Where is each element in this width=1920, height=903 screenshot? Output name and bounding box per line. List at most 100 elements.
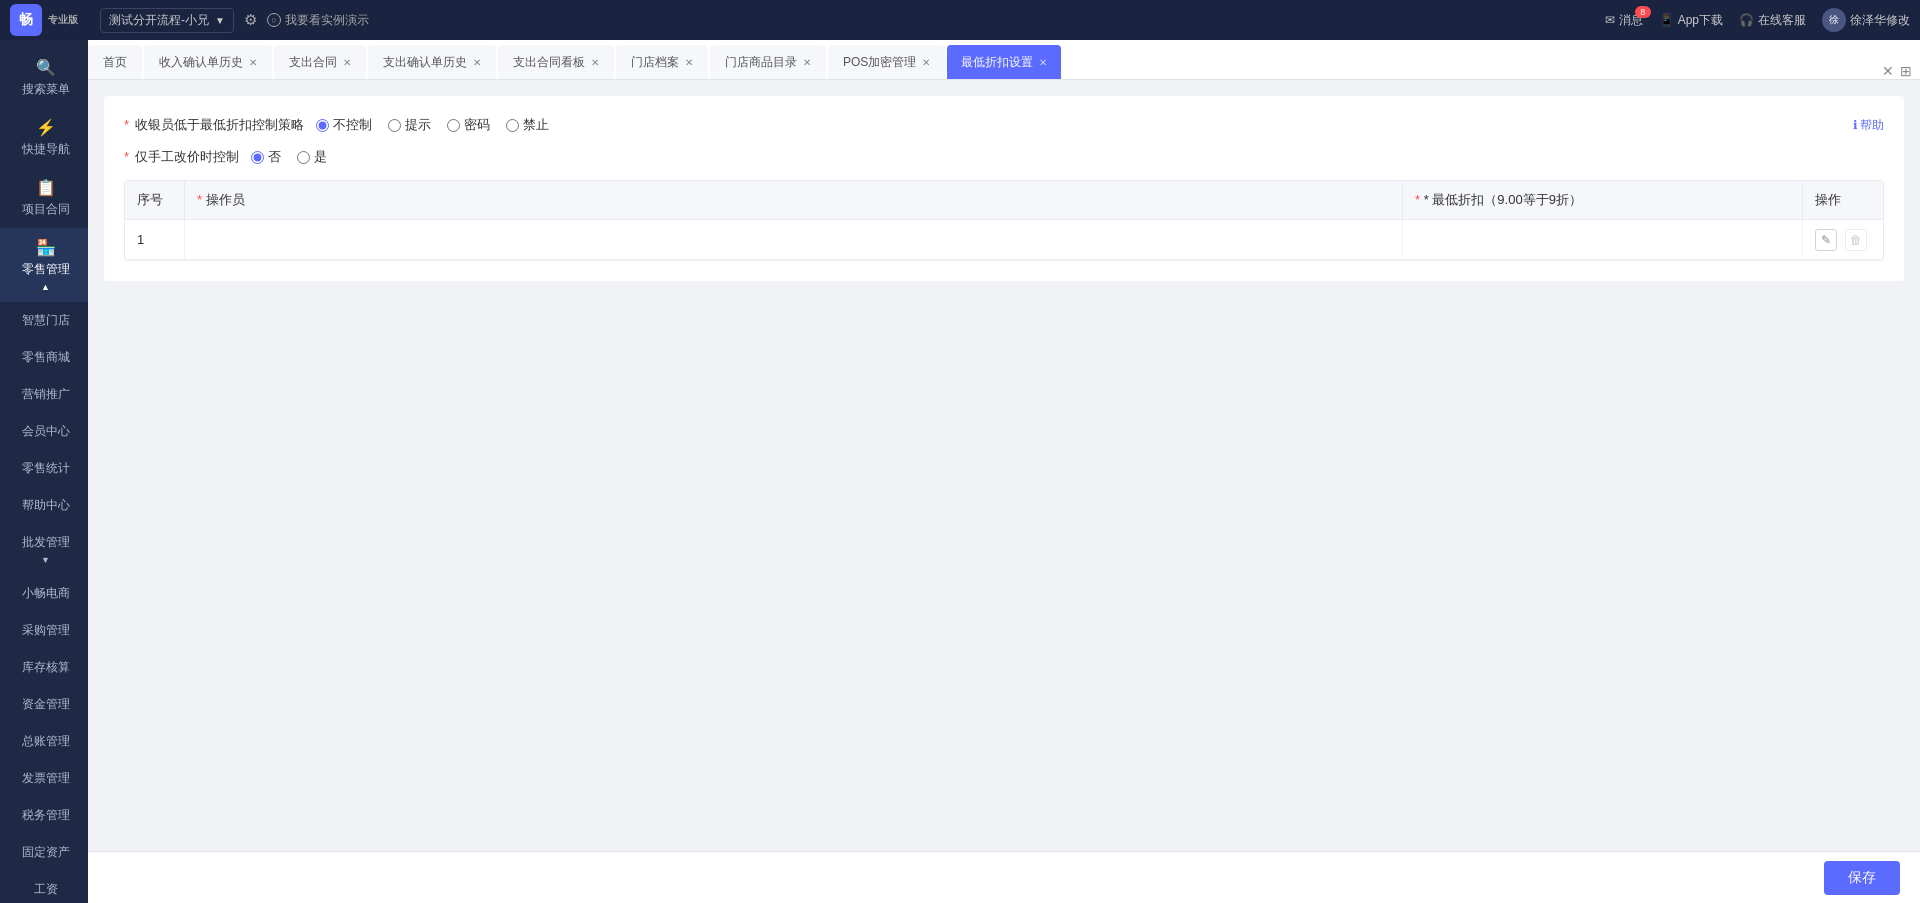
message-button[interactable]: ✉ 消息 8 (1605, 12, 1643, 29)
th-seq: 序号 (125, 181, 185, 219)
close-icon[interactable]: ✕ (685, 57, 693, 68)
radio-yes-label: 是 (314, 148, 327, 166)
sidebar-item-assets[interactable]: 固定资产 (0, 834, 88, 871)
discount-strategy-row: * 收银员低于最低折扣控制策略 不控制 提示 (124, 116, 1884, 134)
headset-icon: 🎧 (1739, 13, 1754, 27)
radio-password-input[interactable] (447, 119, 460, 132)
table-header: 序号 * 操作员 * * 最低折扣（9.00等于9折） 操作 (125, 181, 1883, 220)
gear-icon: ⚙ (244, 11, 257, 28)
th-operator: * 操作员 (185, 181, 1403, 219)
tab-min-discount[interactable]: 最低折扣设置 ✕ (947, 45, 1061, 79)
tab-income-confirm[interactable]: 收入确认单历史 ✕ (144, 45, 272, 79)
td-min-discount (1403, 220, 1803, 259)
sidebar-item-batch[interactable]: 批发管理 ▼ (0, 524, 88, 575)
sidebar-item-label: 营销推广 (22, 386, 70, 403)
required-star: * (124, 117, 129, 132)
manual-price-row: * 仅手工改价时控制 否 是 (124, 148, 1884, 166)
close-icon[interactable]: ✕ (803, 57, 811, 68)
radio-password-label: 密码 (464, 116, 490, 134)
tab-payment-board[interactable]: 支出合同看板 ✕ (498, 45, 614, 79)
sidebar-item-smart-store[interactable]: 智慧门店 (0, 302, 88, 339)
sidebar-item-label: 项目合同 (22, 201, 70, 218)
th-operator-label: 操作员 (206, 192, 245, 207)
tab-store-product[interactable]: 门店商品目录 ✕ (710, 45, 826, 79)
sidebar-item-ledger[interactable]: 总账管理 (0, 723, 88, 760)
sidebar-item-marketing[interactable]: 营销推广 (0, 376, 88, 413)
tabbar: 首页 收入确认单历史 ✕ 支出合同 ✕ 支出确认单历史 ✕ 支出合同看板 ✕ 门… (88, 40, 1920, 80)
sidebar-item-label: 工资 (34, 881, 58, 898)
close-icon[interactable]: ✕ (249, 57, 257, 68)
tab-pos-encrypt[interactable]: POS加密管理 ✕ (828, 45, 945, 79)
sidebar-item-label: 小畅电商 (22, 585, 70, 602)
sidebar-item-search[interactable]: 🔍 搜索菜单 (0, 48, 88, 108)
sidebar-item-finance[interactable]: 资金管理 (0, 686, 88, 723)
customer-service-button[interactable]: 🎧 在线客服 (1739, 12, 1806, 29)
username-label: 徐泽华修改 (1850, 12, 1910, 29)
radio-no[interactable]: 否 (251, 148, 281, 166)
close-icon[interactable]: ✕ (473, 57, 481, 68)
radio-no-input[interactable] (251, 151, 264, 164)
logo-text: 专业版 (48, 13, 78, 27)
close-icon[interactable]: ✕ (1039, 57, 1047, 68)
tab-store-file[interactable]: 门店档案 ✕ (616, 45, 708, 79)
th-min-discount: * * 最低折扣（9.00等于9折） (1403, 181, 1803, 219)
save-button[interactable]: 保存 (1824, 861, 1900, 895)
radio-prompt-input[interactable] (388, 119, 401, 132)
sidebar-item-label: 库存核算 (22, 659, 70, 676)
expand-tab-button[interactable]: ⊞ (1900, 63, 1912, 79)
sidebar-item-label: 零售统计 (22, 460, 70, 477)
sidebar-item-retail-stat[interactable]: 零售统计 (0, 450, 88, 487)
tab-payment-contract[interactable]: 支出合同 ✕ (274, 45, 366, 79)
project-name: 测试分开流程-小兄 (109, 12, 209, 29)
sidebar-item-tax[interactable]: 税务管理 (0, 797, 88, 834)
radio-password[interactable]: 密码 (447, 116, 490, 134)
radio-no-control-label: 不控制 (333, 116, 372, 134)
tab-payment-confirm[interactable]: 支出确认单历史 ✕ (368, 45, 496, 79)
close-icon[interactable]: ✕ (922, 57, 930, 68)
table-row: 1 ✎ 🗑 (125, 220, 1883, 260)
bottom-bar: 保存 (88, 851, 1920, 903)
discount-table: 序号 * 操作员 * * 最低折扣（9.00等于9折） 操作 (124, 180, 1884, 261)
radio-yes[interactable]: 是 (297, 148, 327, 166)
user-menu-button[interactable]: 徐 徐泽华修改 (1822, 8, 1910, 32)
sidebar-item-salary[interactable]: 工资 (0, 871, 88, 903)
sidebar-item-shortcut[interactable]: ⚡ 快捷导航 (0, 108, 88, 168)
delete-row-button[interactable]: 🗑 (1845, 229, 1867, 251)
help-circle-icon: ℹ (1853, 118, 1858, 132)
sidebar-item-member[interactable]: 会员中心 (0, 413, 88, 450)
close-tab-button[interactable]: ✕ (1882, 63, 1894, 79)
radio-prompt[interactable]: 提示 (388, 116, 431, 134)
sidebar-item-invoice[interactable]: 发票管理 (0, 760, 88, 797)
settings-button[interactable]: ⚙ (244, 11, 257, 29)
demo-link[interactable]: ○ 我要看实例演示 (267, 12, 369, 29)
tab-label: 收入确认单历史 (159, 54, 243, 71)
project-selector[interactable]: 测试分开流程-小兄 ▼ (100, 8, 234, 33)
sidebar-item-label: 零售管理 (22, 261, 70, 278)
radio-yes-input[interactable] (297, 151, 310, 164)
sidebar-item-xc-ecommerce[interactable]: 小畅电商 (0, 575, 88, 612)
customer-service-label: 在线客服 (1758, 12, 1806, 29)
tab-label: 门店商品目录 (725, 54, 797, 71)
sidebar-item-label: 资金管理 (22, 696, 70, 713)
radio-no-control-input[interactable] (316, 119, 329, 132)
discount-strategy-label: * 收银员低于最低折扣控制策略 (124, 116, 304, 134)
sidebar-item-retail-mall[interactable]: 零售商城 (0, 339, 88, 376)
sidebar-item-contract[interactable]: 📋 项目合同 (0, 168, 88, 228)
radio-no-control[interactable]: 不控制 (316, 116, 372, 134)
edit-row-button[interactable]: ✎ (1815, 229, 1837, 251)
radio-prompt-label: 提示 (405, 116, 431, 134)
chevron-down-icon: ▼ (215, 15, 225, 26)
tab-home[interactable]: 首页 (88, 45, 142, 79)
radio-forbid[interactable]: 禁止 (506, 116, 549, 134)
close-icon[interactable]: ✕ (343, 57, 351, 68)
app-download-button[interactable]: 📱 App下载 (1659, 12, 1723, 29)
sidebar-item-purchase[interactable]: 采购管理 (0, 612, 88, 649)
manual-price-label: * 仅手工改价时控制 (124, 148, 239, 166)
sidebar-item-help[interactable]: 帮助中心 (0, 487, 88, 524)
close-icon[interactable]: ✕ (591, 57, 599, 68)
sidebar-item-inventory[interactable]: 库存核算 (0, 649, 88, 686)
sidebar-item-label: 零售商城 (22, 349, 70, 366)
radio-forbid-input[interactable] (506, 119, 519, 132)
sidebar-item-retail[interactable]: 🏪 零售管理 ▲ (0, 228, 88, 302)
help-link[interactable]: ℹ 帮助 (1853, 117, 1884, 134)
